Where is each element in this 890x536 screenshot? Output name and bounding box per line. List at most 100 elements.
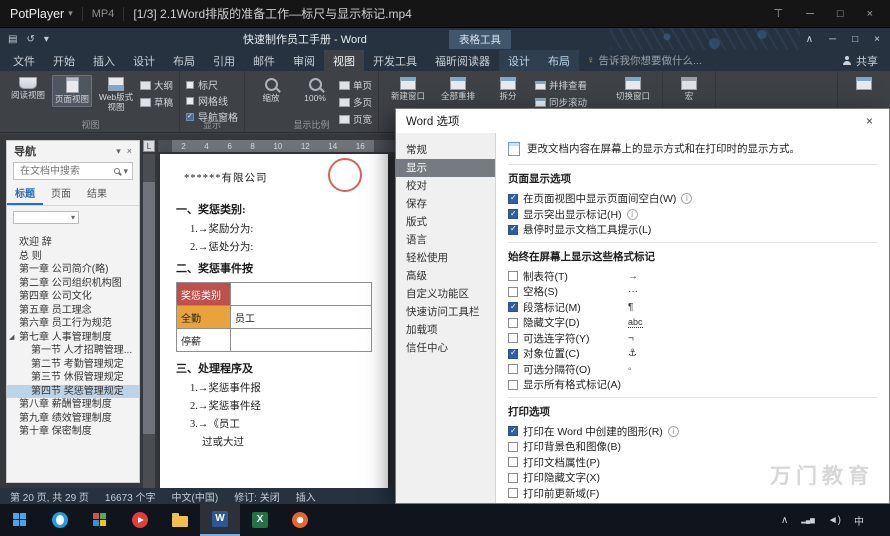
document-page[interactable]: ******有限公司 一、奖惩类别: 1.→奖励分为: 2.→惩处分为: 二、奖… <box>160 154 388 488</box>
restore-icon[interactable]: □ <box>844 34 866 45</box>
minimize-icon[interactable]: ─ <box>799 8 821 20</box>
close-icon[interactable]: × <box>127 146 132 156</box>
option-print-drawings[interactable]: 打印在 Word 中创建的图形(R) <box>508 424 877 440</box>
new-window-button[interactable]: 新建窗口 <box>385 75 431 104</box>
nav-tab-headings[interactable]: 标题 <box>7 183 43 205</box>
tab-design[interactable]: 设计 <box>124 50 164 72</box>
checkbox-icon[interactable] <box>508 379 518 390</box>
nav-filter-dropdown[interactable]: ▾ <box>13 211 79 224</box>
nav-heading-item[interactable]: 第九章 绩效管理制度 <box>7 412 139 426</box>
tab-mailings[interactable]: 邮件 <box>244 50 284 72</box>
maximize-icon[interactable]: □ <box>830 8 851 20</box>
nav-heading-item[interactable]: 第七章 人事管理制度 <box>7 331 139 345</box>
checkbox-icon[interactable] <box>508 271 518 282</box>
tab-insert[interactable]: 插入 <box>84 50 124 72</box>
nav-heading-item[interactable]: 第二章 公司组织机构图 <box>7 277 139 291</box>
checkbox-icon[interactable] <box>508 209 518 220</box>
undo-icon[interactable]: ↺ <box>26 34 34 45</box>
taskbar-word-active[interactable] <box>200 504 240 536</box>
language-indicator[interactable]: 中文(中国) <box>172 489 219 504</box>
nav-tab-pages[interactable]: 页面 <box>43 183 79 205</box>
hidden-icons-chevron-icon[interactable]: ∧ <box>781 515 788 526</box>
option-print-hidden-text[interactable]: 打印隐藏文字(X) <box>508 470 877 486</box>
nav-heading-item[interactable]: 第四章 公司文化 <box>7 290 139 304</box>
one-page-button[interactable]: 单页 <box>339 78 372 92</box>
option-spaces[interactable]: 空格(S) ··· <box>508 284 877 300</box>
tab-foxit[interactable]: 福昕阅读器 <box>426 50 499 72</box>
save-icon[interactable]: ▤ <box>8 34 17 45</box>
tab-table-design[interactable]: 设计 <box>499 49 539 72</box>
nav-heading-item[interactable]: 第十章 保密制度 <box>7 425 139 439</box>
taskbar-excel[interactable] <box>240 504 280 536</box>
pin-icon[interactable]: ⊤ <box>767 7 791 20</box>
potplayer-menu[interactable]: PotPlayer ▾ <box>10 7 73 21</box>
option-update-fields[interactable]: 打印前更新域(F) <box>508 486 877 502</box>
option-paragraph-marks[interactable]: 段落标记(M) ¶ <box>508 300 877 316</box>
tab-review[interactable]: 审阅 <box>284 50 324 72</box>
close-icon[interactable]: × <box>866 34 888 45</box>
category-quick-access-toolbar[interactable]: 快速访问工具栏 <box>396 303 495 321</box>
nav-heading-item[interactable]: 第二节 考勤管理规定 <box>7 358 139 372</box>
switch-windows-button[interactable]: 切换窗口 <box>610 75 656 104</box>
tab-references[interactable]: 引用 <box>204 50 244 72</box>
category-proofing[interactable]: 校对 <box>396 177 495 195</box>
category-trust-center[interactable]: 信任中心 <box>396 339 495 357</box>
start-button[interactable] <box>0 504 40 536</box>
input-method-indicator[interactable]: 中 <box>854 513 864 528</box>
word-count[interactable]: 16673 个字 <box>105 489 156 504</box>
draft-view-button[interactable]: 草稿 <box>140 95 173 109</box>
chevron-down-icon[interactable]: ▾ <box>123 166 128 177</box>
checkbox-icon[interactable] <box>508 441 518 452</box>
checkbox-icon[interactable] <box>508 302 518 313</box>
arrange-all-button[interactable]: 全部重排 <box>435 75 481 104</box>
nav-heading-item-selected[interactable]: 第四节 奖惩管理规定 <box>7 384 139 398</box>
option-optional-hyphens[interactable]: 可选连字符(Y) ¬ <box>508 331 877 347</box>
ribbon-extra-button[interactable] <box>844 75 884 92</box>
category-display-selected[interactable]: 显示 <box>396 159 495 177</box>
macros-button[interactable]: 宏 <box>669 75 709 104</box>
view-side-by-side-button[interactable]: 并排查看 <box>535 78 606 92</box>
nav-tab-results[interactable]: 结果 <box>79 183 115 205</box>
option-print-background[interactable]: 打印背景色和图像(B) <box>508 439 877 455</box>
search-input[interactable] <box>18 164 112 178</box>
taskbar-file-explorer[interactable] <box>160 504 200 536</box>
nav-heading-item[interactable]: 第三节 休假管理规定 <box>7 371 139 385</box>
tab-stop-selector[interactable] <box>143 140 155 152</box>
tab-developer[interactable]: 开发工具 <box>364 50 426 72</box>
taskbar-qq[interactable] <box>40 504 80 536</box>
checkbox-icon[interactable] <box>508 286 518 297</box>
document-search-box[interactable]: ▾ <box>13 162 133 180</box>
nav-heading-item[interactable]: 第一章 公司简介(略) <box>7 263 139 277</box>
multiple-pages-button[interactable]: 多页 <box>339 95 372 109</box>
category-typography[interactable]: 版式 <box>396 213 495 231</box>
option-show-white-space[interactable]: 在页面视图中显示页面间空白(W) <box>508 191 877 207</box>
option-object-anchors[interactable]: 对象位置(C) ⚓ <box>508 346 877 362</box>
zoom-100-button[interactable]: 100% <box>295 75 335 106</box>
category-advanced[interactable]: 高级 <box>396 267 495 285</box>
nav-heading-item[interactable]: 总 则 <box>7 250 139 264</box>
checkbox-icon[interactable] <box>508 193 518 204</box>
option-print-properties[interactable]: 打印文档属性(P) <box>508 455 877 471</box>
category-ease-of-access[interactable]: 轻松使用 <box>396 249 495 267</box>
checkbox-icon[interactable] <box>508 472 518 483</box>
read-mode-button[interactable]: 阅读视图 <box>8 75 48 103</box>
option-show-all-marks[interactable]: 显示所有格式标记(A) <box>508 377 877 393</box>
checkbox-icon[interactable] <box>508 317 518 328</box>
option-optional-breaks[interactable]: 可选分隔符(O) ◦ <box>508 362 877 378</box>
web-layout-button[interactable]: Web版式视图 <box>96 75 136 114</box>
nav-heading-item[interactable]: 第一节 人才招聘管理... <box>7 344 139 358</box>
checkbox-icon[interactable] <box>508 348 518 359</box>
chevron-down-icon[interactable]: ▾ <box>116 146 121 157</box>
nav-heading-item[interactable]: 第八章 薪酬管理制度 <box>7 398 139 412</box>
tab-view[interactable]: 视图 <box>324 49 364 72</box>
dialog-titlebar[interactable]: Word 选项 × <box>396 109 889 133</box>
nav-heading-item[interactable]: 欢迎 辞 <box>7 236 139 250</box>
tab-file[interactable]: 文件 <box>4 50 44 72</box>
option-show-tooltips[interactable]: 悬停时显示文档工具提示(L) <box>508 222 877 238</box>
volume-icon[interactable]: ◄) <box>828 515 841 526</box>
option-tab-characters[interactable]: 制表符(T) → <box>508 269 877 285</box>
checkbox-icon[interactable] <box>508 333 518 344</box>
gridlines-checkbox[interactable]: 网格线 <box>186 94 238 108</box>
zoom-button[interactable]: 缩放 <box>251 75 291 106</box>
ruler-checkbox[interactable]: 标尺 <box>186 78 238 92</box>
